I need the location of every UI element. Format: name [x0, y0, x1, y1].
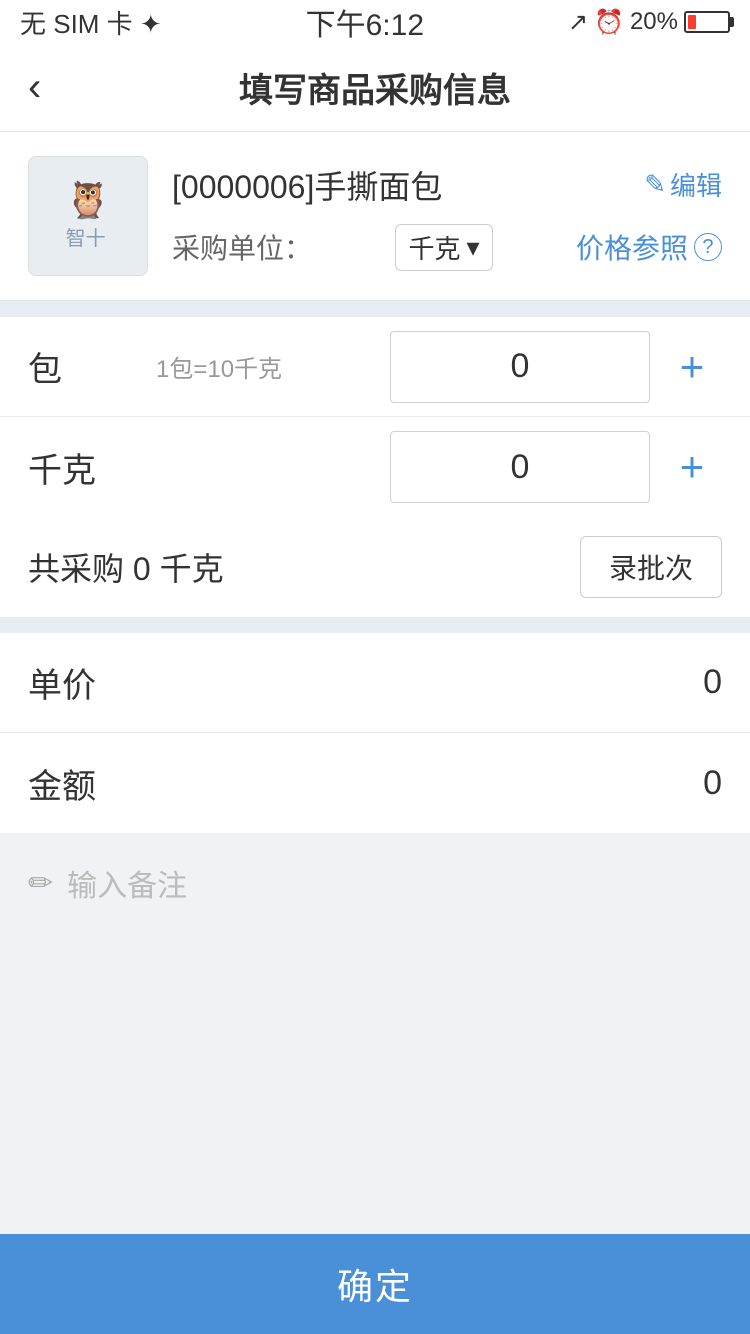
unit-label: 采购单位：: [172, 227, 312, 267]
section-divider-1: [0, 301, 750, 317]
battery-percent: 20%: [630, 8, 678, 36]
status-time: 下午6:12: [306, 0, 424, 44]
kg-label: 千克: [28, 443, 148, 492]
edit-button[interactable]: ✎ 编辑: [644, 166, 722, 203]
bao-row: 包 1包=10千克 0 +: [0, 317, 750, 417]
price-ref-label: 价格参照: [576, 227, 688, 267]
page-title: 填写商品采购信息: [239, 63, 511, 112]
unit-price-label: 单价: [28, 658, 96, 707]
bao-plus-button[interactable]: +: [662, 331, 722, 403]
amount-value: 0: [703, 764, 722, 803]
battery-icon: [684, 11, 730, 33]
edit-label: 编辑: [670, 166, 722, 203]
kg-row: 千克 0 +: [0, 417, 750, 517]
quantity-section: 包 1包=10千克 0 + 千克 0 +: [0, 317, 750, 517]
bao-label: 包: [28, 342, 148, 391]
amount-row: 金额 0: [0, 733, 750, 833]
summary-row: 共采购 0 千克 录批次: [0, 517, 750, 617]
note-placeholder: 输入备注: [67, 861, 187, 905]
bao-input[interactable]: 0: [390, 331, 650, 403]
product-logo-icon: 🦉: [66, 182, 111, 218]
status-left: 无 SIM 卡 ✦: [20, 4, 162, 41]
kg-input[interactable]: 0: [390, 431, 650, 503]
product-thumbnail: 🦉 智十: [28, 156, 148, 276]
nav-bar: ‹ 填写商品采购信息: [0, 44, 750, 132]
location-icon: ↗: [568, 8, 588, 37]
back-button[interactable]: ‹: [28, 65, 41, 110]
product-name: [0000006]手撕面包: [172, 162, 442, 208]
bao-sublabel: 1包=10千克: [156, 349, 282, 384]
unit-price-row: 单价 0: [0, 633, 750, 733]
unit-select[interactable]: 千克 ▾: [395, 224, 492, 271]
chevron-down-icon: ▾: [466, 232, 479, 263]
pricing-section: 单价 0 金额 0: [0, 633, 750, 833]
summary-text: 共采购 0 千克: [28, 544, 224, 590]
sim-label: 无 SIM 卡 ✦: [20, 4, 162, 41]
kg-plus-button[interactable]: +: [662, 431, 722, 503]
confirm-button[interactable]: 确定: [0, 1234, 750, 1334]
section-divider-2: [0, 617, 750, 633]
product-logo-text: 智十: [66, 222, 111, 251]
unit-row: 采购单位： 千克 ▾ 价格参照 ?: [172, 224, 722, 271]
product-info: [0000006]手撕面包 ✎ 编辑 采购单位： 千克 ▾ 价格参照 ?: [172, 162, 722, 271]
pencil-icon: ✏: [28, 866, 53, 901]
note-section[interactable]: ✏ 输入备注: [0, 833, 750, 933]
product-name-row: [0000006]手撕面包 ✎ 编辑: [172, 162, 722, 208]
status-bar: 无 SIM 卡 ✦ 下午6:12 ↗ ⏰ 20%: [0, 0, 750, 44]
status-right: ↗ ⏰ 20%: [568, 8, 730, 37]
amount-label: 金额: [28, 759, 96, 808]
price-ref-button[interactable]: 价格参照 ?: [576, 227, 722, 267]
empty-area: [0, 933, 750, 1273]
product-card: 🦉 智十 [0000006]手撕面包 ✎ 编辑 采购单位： 千克 ▾ 价格参照 …: [0, 132, 750, 301]
unit-value: 千克: [408, 229, 460, 266]
alarm-icon: ⏰: [594, 8, 624, 37]
help-circle-icon: ?: [694, 233, 722, 261]
batch-button[interactable]: 录批次: [580, 536, 722, 598]
unit-price-value: 0: [703, 663, 722, 702]
edit-icon: ✎: [644, 169, 666, 200]
